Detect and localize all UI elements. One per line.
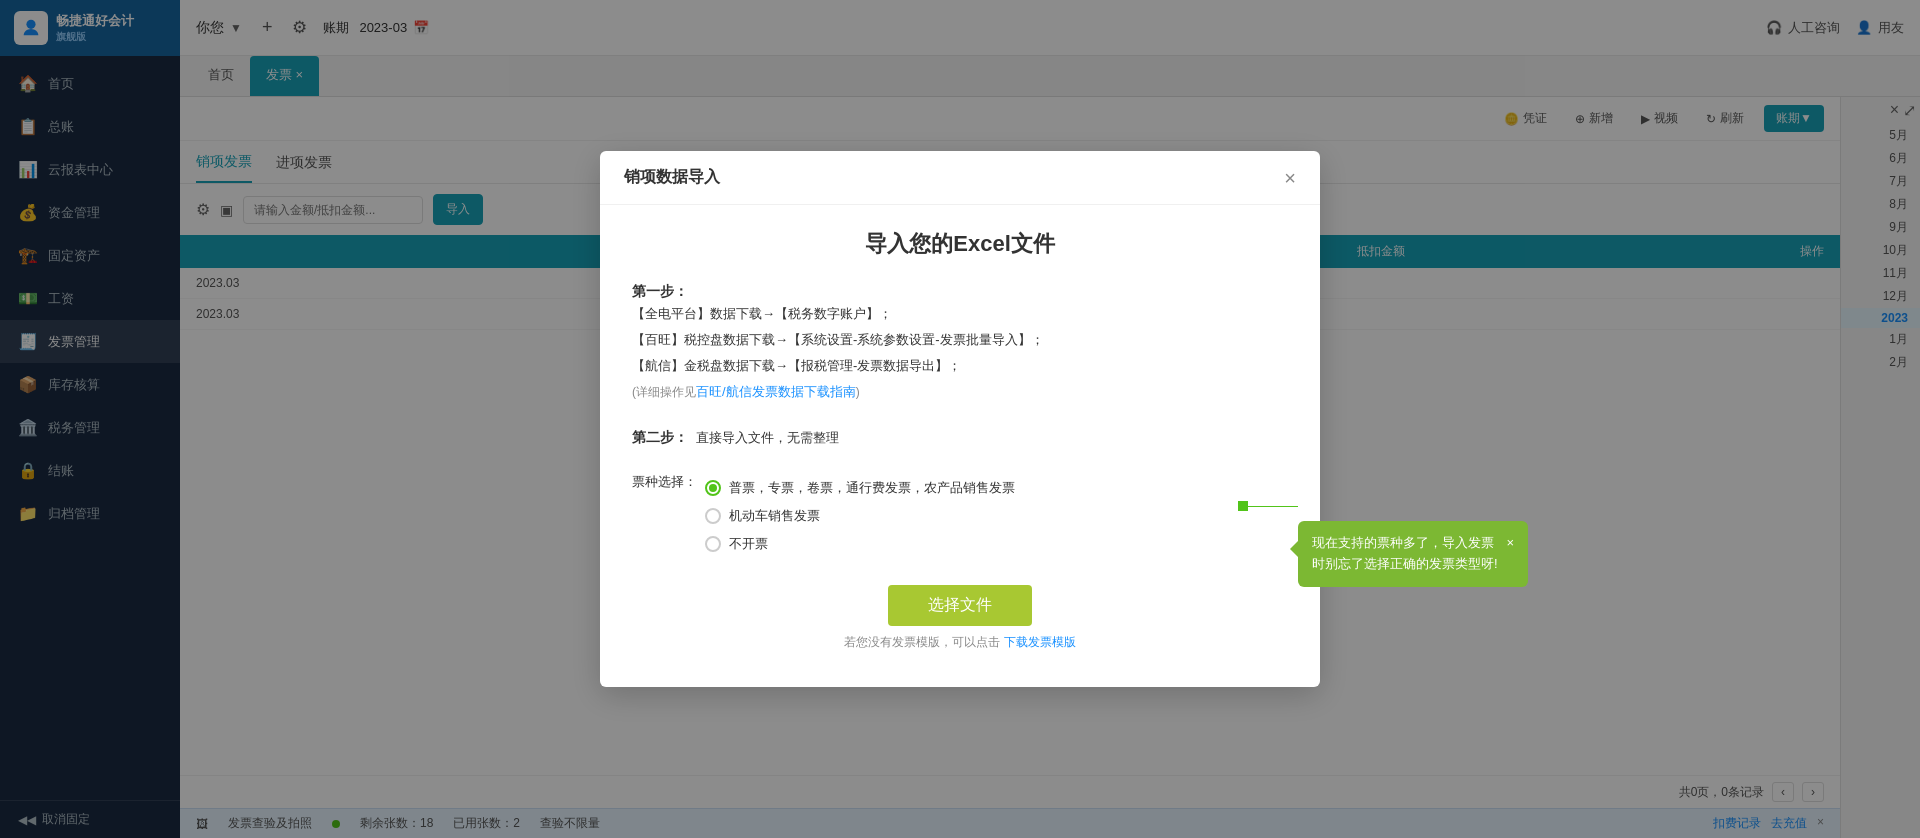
step1-line2: 【百旺】税控盘数据下载→【系统设置-系统参数设置-发票批量导入】； bbox=[632, 327, 1288, 353]
modal-big-title: 导入您的Excel文件 bbox=[632, 229, 1288, 259]
radio-label-1: 普票，专票，卷票，通行费发票，农产品销售发票 bbox=[729, 479, 1015, 497]
modal-overlay: 销项数据导入 × 导入您的Excel文件 第一步： 【全电平台】数据下载→【税务… bbox=[0, 0, 1920, 838]
radio-option-1[interactable]: 普票，专票，卷票，通行费发票，农产品销售发票 bbox=[705, 479, 1015, 497]
modal-title: 销项数据导入 bbox=[624, 167, 720, 188]
tooltip-dot bbox=[1238, 501, 1248, 511]
modal-header: 销项数据导入 × bbox=[600, 151, 1320, 205]
radio-circle-1 bbox=[705, 480, 721, 496]
modal-footer: 选择文件 bbox=[632, 569, 1288, 634]
import-modal: 销项数据导入 × 导入您的Excel文件 第一步： 【全电平台】数据下载→【税务… bbox=[600, 151, 1320, 687]
step2-text: 直接导入文件，无需整理 bbox=[696, 430, 839, 445]
ticket-type-section: 票种选择： 普票，专票，卷票，通行费发票，农产品销售发票 机动车销售发票 bbox=[632, 471, 1288, 553]
radio-option-2[interactable]: 机动车销售发票 bbox=[705, 507, 1015, 525]
step1-note-end: ) bbox=[856, 385, 860, 399]
step1-note: (详细操作见 bbox=[632, 385, 696, 399]
ticket-label: 票种选择： bbox=[632, 471, 697, 491]
step1-note-row: (详细操作见百旺/航信发票数据下载指南) bbox=[632, 379, 1288, 405]
step2-label: 第二步： bbox=[632, 429, 688, 445]
radio-group: 普票，专票，卷票，通行费发票，农产品销售发票 机动车销售发票 不开票 bbox=[705, 479, 1015, 553]
ticket-row: 票种选择： 普票，专票，卷票，通行费发票，农产品销售发票 机动车销售发票 bbox=[632, 471, 1288, 553]
radio-label-3: 不开票 bbox=[729, 535, 768, 553]
modal-close-btn[interactable]: × bbox=[1284, 168, 1296, 188]
step1-block: 第一步： 【全电平台】数据下载→【税务数字账户】； 【百旺】税控盘数据下载→【系… bbox=[632, 283, 1288, 405]
step1-content: 【全电平台】数据下载→【税务数字账户】； 【百旺】税控盘数据下载→【系统设置-系… bbox=[632, 301, 1288, 405]
radio-circle-3 bbox=[705, 536, 721, 552]
tooltip-line bbox=[1248, 506, 1298, 507]
step1-label: 第一步： bbox=[632, 283, 688, 299]
tooltip-balloon: × 现在支持的票种多了，导入发票时别忘了选择正确的发票类型呀! bbox=[1298, 521, 1528, 587]
radio-option-3[interactable]: 不开票 bbox=[705, 535, 1015, 553]
download-template-link[interactable]: 下载发票模版 bbox=[1004, 635, 1076, 649]
radio-label-2: 机动车销售发票 bbox=[729, 507, 820, 525]
download-prefix: 若您没有发票模版，可以点击 bbox=[844, 635, 1000, 649]
download-link-row: 若您没有发票模版，可以点击 下载发票模版 bbox=[632, 634, 1288, 667]
step1-line1: 【全电平台】数据下载→【税务数字账户】； bbox=[632, 301, 1288, 327]
tooltip-connector bbox=[1238, 501, 1298, 511]
select-file-btn[interactable]: 选择文件 bbox=[888, 585, 1032, 626]
tooltip-close-btn[interactable]: × bbox=[1506, 533, 1514, 554]
step1-guide-link[interactable]: 百旺/航信发票数据下载指南 bbox=[696, 384, 856, 399]
radio-circle-2 bbox=[705, 508, 721, 524]
step2-block: 第二步： 直接导入文件，无需整理 bbox=[632, 425, 1288, 451]
step1-line3: 【航信】金税盘数据下载→【报税管理-发票数据导出】； bbox=[632, 353, 1288, 379]
modal-body: 导入您的Excel文件 第一步： 【全电平台】数据下载→【税务数字账户】； 【百… bbox=[600, 205, 1320, 687]
tooltip-text: 现在支持的票种多了，导入发票时别忘了选择正确的发票类型呀! bbox=[1312, 535, 1498, 571]
